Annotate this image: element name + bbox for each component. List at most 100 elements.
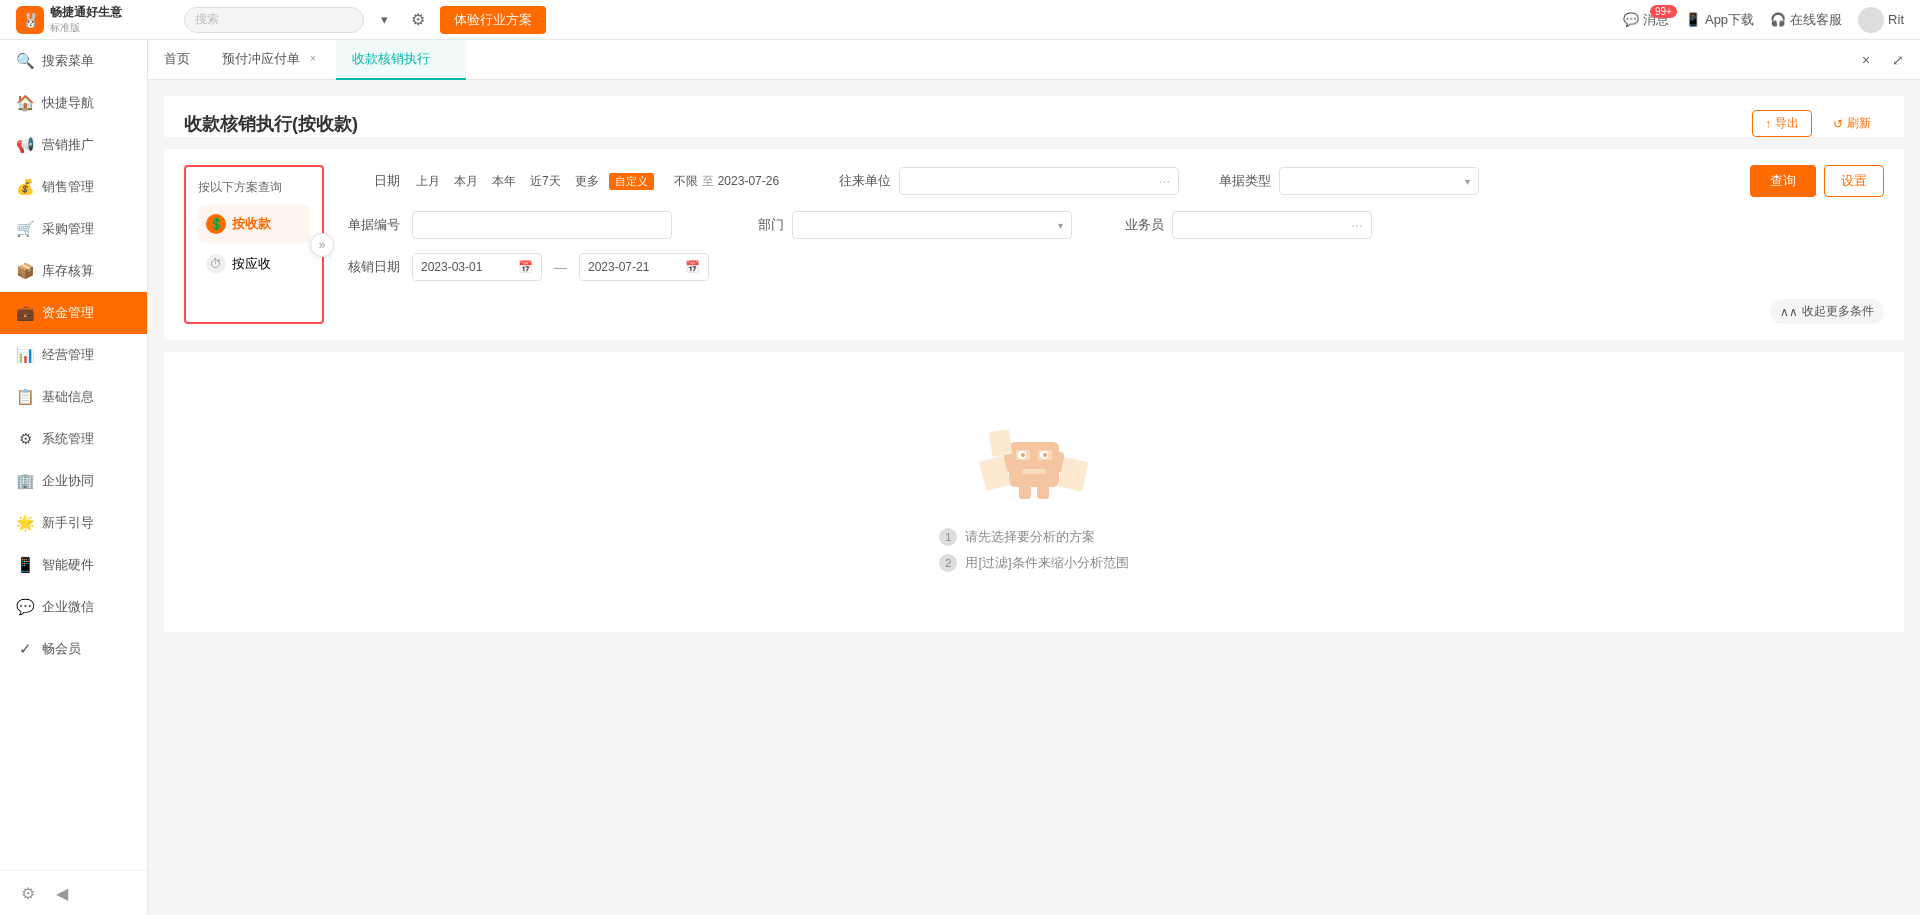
sidebar-item-label: 系统管理 xyxy=(42,430,94,448)
top-header: 🐰 畅捷通好生意 标准版 搜索 ▾ ⚙ 体验行业方案 💬 消息 99+ 📱 Ap… xyxy=(0,0,1920,40)
user-area[interactable]: Rit xyxy=(1858,7,1904,33)
page-header: 收款核销执行(按收款) ↑ 导出 ↺ 刷新 xyxy=(164,96,1904,137)
sidebar-item-label: 畅会员 xyxy=(42,640,81,658)
collapse-sidebar-icon[interactable]: ◀ xyxy=(50,881,74,905)
empty-state: 1 请先选择要分析的方案 2 用[过滤]条件来缩小分析范围 xyxy=(164,352,1904,632)
date-label: 日期 xyxy=(340,172,400,190)
sidebar-item-label: 经营管理 xyxy=(42,346,94,364)
sidebar-item-system[interactable]: ⚙ 系统管理 xyxy=(0,418,147,460)
refresh-icon: ↺ xyxy=(1833,117,1843,131)
sidebar-item-finance[interactable]: 💼 资金管理 xyxy=(0,292,147,334)
sidebar-item-basic[interactable]: 📋 基础信息 xyxy=(0,376,147,418)
counterpart-select[interactable]: ··· xyxy=(899,167,1179,195)
query-button[interactable]: 查询 xyxy=(1750,165,1816,197)
date-shortcut-7days[interactable]: 近7天 xyxy=(526,171,565,192)
svg-rect-0 xyxy=(1009,442,1059,487)
tab-collection-close[interactable]: × xyxy=(436,52,450,66)
refresh-button[interactable]: ↺ 刷新 xyxy=(1820,110,1884,137)
verify-date-end[interactable]: 2023-07-21 📅 xyxy=(579,253,709,281)
sidebar-item-label: 新手引导 xyxy=(42,514,94,532)
tab-home[interactable]: 首页 xyxy=(148,40,206,80)
message-item[interactable]: 💬 消息 99+ xyxy=(1623,11,1669,29)
hint-num-2: 2 xyxy=(939,554,957,572)
logo-title: 畅捷通好生意 xyxy=(50,4,122,21)
sidebar-item-label: 销售管理 xyxy=(42,178,94,196)
sidebar-item-label: 库存核算 xyxy=(42,262,94,280)
filter-option-by-receivable[interactable]: ⏱ 按应收 xyxy=(198,246,310,282)
date-shortcut-this-month[interactable]: 本月 xyxy=(450,171,482,192)
hint-num-1: 1 xyxy=(939,528,957,546)
empty-hint-1: 1 请先选择要分析的方案 xyxy=(939,528,1128,546)
dept-arrow: ▾ xyxy=(1058,220,1063,231)
user-name: Rit xyxy=(1888,12,1904,27)
export-button[interactable]: ↑ 导出 xyxy=(1752,110,1812,137)
sales-icon: 💰 xyxy=(16,178,34,196)
sidebar-item-wechat[interactable]: 💬 企业微信 xyxy=(0,586,147,628)
search-placeholder: 搜索 xyxy=(195,11,219,28)
more-conditions-row: ∧∧ 收起更多条件 xyxy=(340,295,1884,324)
svg-point-6 xyxy=(1043,453,1047,457)
sidebar-item-hardware[interactable]: 📱 智能硬件 xyxy=(0,544,147,586)
sidebar-bottom: ⚙ ◀ xyxy=(0,870,147,915)
sidebar: 🔍 搜索菜单 🏠 快捷导航 📢 营销推广 💰 销售管理 🛒 采购管理 📦 库存核… xyxy=(0,40,148,915)
app-download-label: App下载 xyxy=(1705,11,1754,29)
sidebar-item-search-menu[interactable]: 🔍 搜索菜单 xyxy=(0,40,147,82)
sidebar-item-quick-nav[interactable]: 🏠 快捷导航 xyxy=(0,82,147,124)
header-search-box[interactable]: 搜索 xyxy=(184,7,364,33)
date-shortcut-this-year[interactable]: 本年 xyxy=(488,171,520,192)
search-menu-icon: 🔍 xyxy=(16,52,34,70)
page-actions: ↑ 导出 ↺ 刷新 xyxy=(1752,110,1884,137)
tab-prepay[interactable]: 预付冲应付单 × xyxy=(206,40,336,80)
logo-icon: 🐰 xyxy=(16,6,44,34)
sidebar-item-business[interactable]: 📊 经营管理 xyxy=(0,334,147,376)
hint-text-2: 用[过滤]条件来缩小分析范围 xyxy=(965,554,1128,572)
sidebar-item-purchase[interactable]: 🛒 采购管理 xyxy=(0,208,147,250)
staff-select[interactable]: ··· xyxy=(1172,211,1372,239)
counterpart-label: 往来单位 xyxy=(831,172,891,190)
sidebar-item-enterprise[interactable]: 🏢 企业协同 xyxy=(0,460,147,502)
date-value-text: 2023-07-26 xyxy=(718,174,779,188)
collapse-filter-btn[interactable]: » xyxy=(310,233,334,257)
sidebar-item-member[interactable]: ✓ 畅会员 xyxy=(0,628,147,670)
empty-hint-2: 2 用[过滤]条件来缩小分析范围 xyxy=(939,554,1128,572)
doc-no-input[interactable] xyxy=(412,211,672,239)
doc-type-group: 单据类型 ▾ xyxy=(1211,167,1479,195)
header-dropdown-btn[interactable]: ▾ xyxy=(372,8,396,32)
tab-collection[interactable]: 收款核销执行 × xyxy=(336,40,466,80)
settings-bottom-icon[interactable]: ⚙ xyxy=(16,881,40,905)
filter-collection-icon: 💲 xyxy=(206,214,226,234)
tab-close-action[interactable]: × xyxy=(1852,46,1880,74)
dept-select[interactable]: ▾ xyxy=(792,211,1072,239)
tab-expand-action[interactable]: ⤢ xyxy=(1884,46,1912,74)
filter-left-title: 按以下方案查询 xyxy=(198,179,310,196)
logo-text: 畅捷通好生意 标准版 xyxy=(50,4,122,35)
system-icon: ⚙ xyxy=(16,430,34,448)
inventory-icon: 📦 xyxy=(16,262,34,280)
tab-prepay-close[interactable]: × xyxy=(306,52,320,66)
tab-prepay-label: 预付冲应付单 xyxy=(222,50,300,68)
gear-icon[interactable]: ⚙ xyxy=(404,6,432,34)
date-shortcut-last-month[interactable]: 上月 xyxy=(412,171,444,192)
sidebar-item-sales[interactable]: 💰 销售管理 xyxy=(0,166,147,208)
more-conditions-btn[interactable]: ∧∧ 收起更多条件 xyxy=(1770,299,1884,324)
filter-option-by-collection[interactable]: 💲 按收款 xyxy=(198,206,310,242)
doc-type-label: 单据类型 xyxy=(1211,172,1271,190)
dept-label: 部门 xyxy=(724,216,784,234)
verify-date-label: 核销日期 xyxy=(340,258,400,276)
settings-button[interactable]: 设置 xyxy=(1824,165,1884,197)
date-to-text: 至 xyxy=(702,173,714,190)
svg-rect-11 xyxy=(1037,484,1049,499)
verify-date-start[interactable]: 2023-03-01 📅 xyxy=(412,253,542,281)
app-download-item[interactable]: 📱 App下载 xyxy=(1685,11,1754,29)
filter-row-1: 日期 上月 本月 本年 近7天 更多 自定义 不限 至 2023-07 xyxy=(340,165,1884,197)
empty-svg xyxy=(974,412,1094,512)
sidebar-item-inventory[interactable]: 📦 库存核算 xyxy=(0,250,147,292)
doc-type-select[interactable]: ▾ xyxy=(1279,167,1479,195)
trial-button[interactable]: 体验行业方案 xyxy=(440,6,546,34)
date-shortcut-more[interactable]: 更多 xyxy=(571,171,603,192)
tab-bar-actions: × ⤢ xyxy=(1852,46,1920,74)
sidebar-item-marketing[interactable]: 📢 营销推广 xyxy=(0,124,147,166)
online-service-item[interactable]: 🎧 在线客服 xyxy=(1770,11,1842,29)
sidebar-item-guide[interactable]: 🌟 新手引导 xyxy=(0,502,147,544)
logo-area: 🐰 畅捷通好生意 标准版 xyxy=(16,4,164,35)
